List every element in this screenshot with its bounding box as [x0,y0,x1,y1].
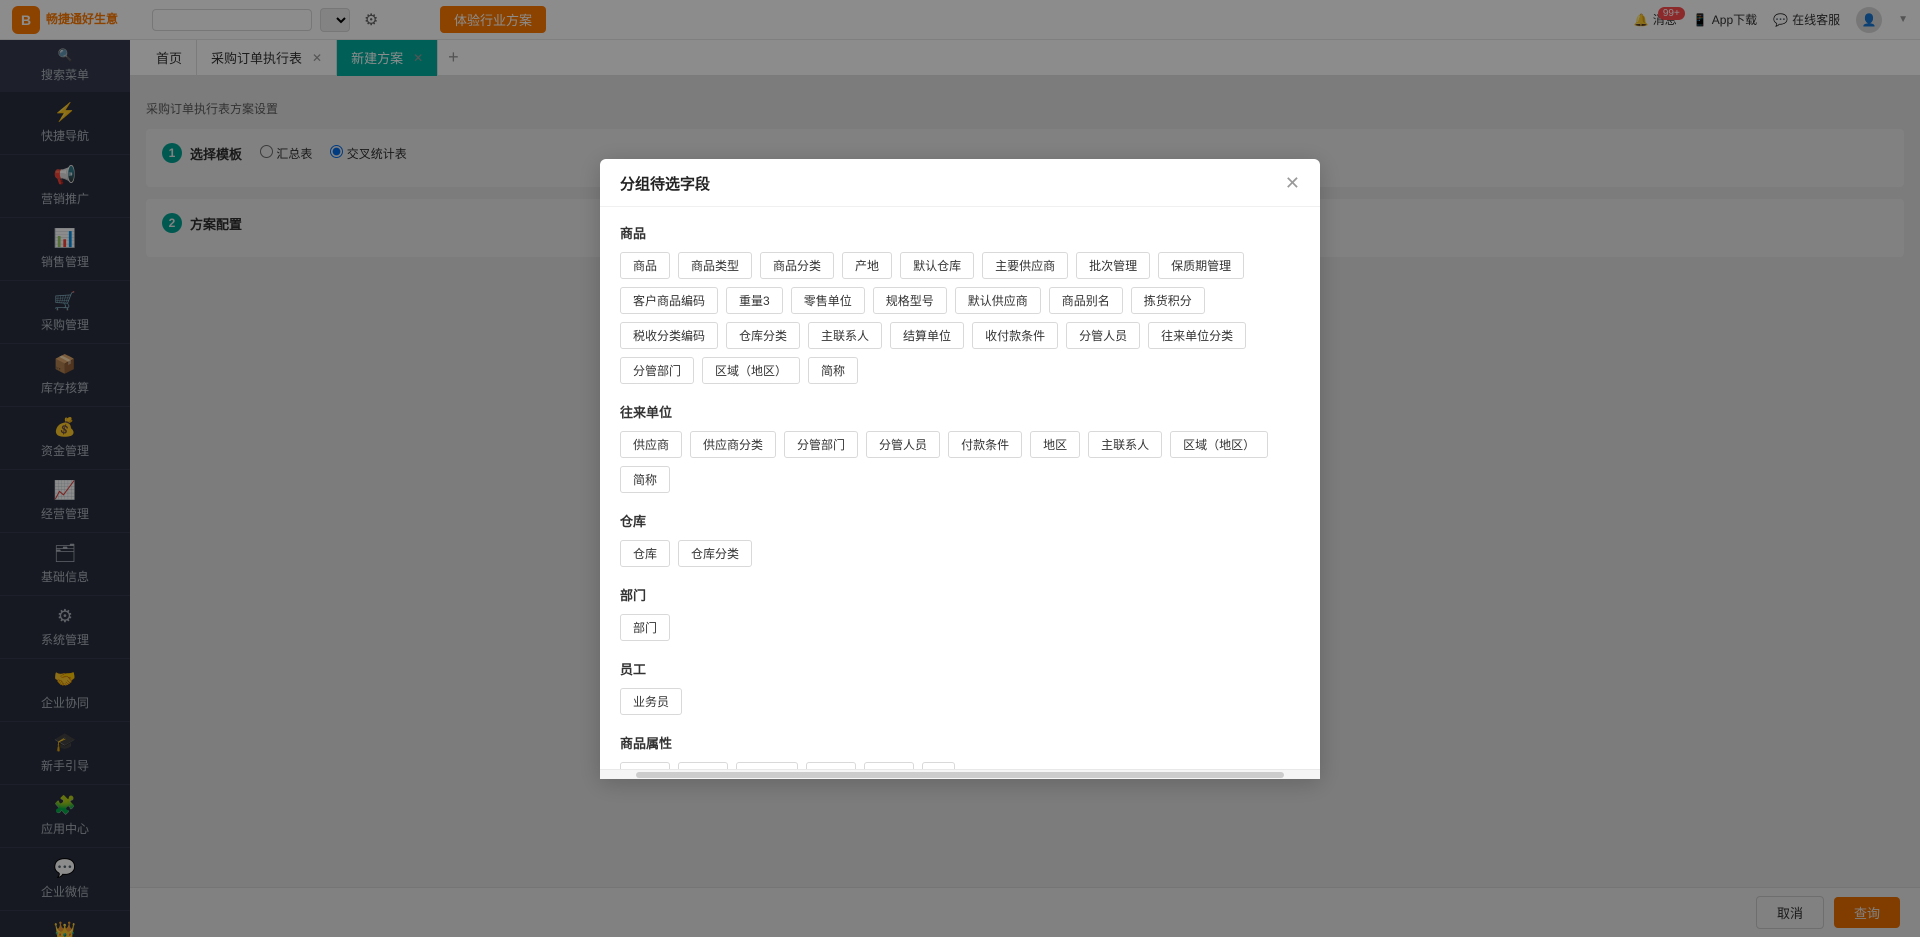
product-fields: 商品 商品类型 商品分类 产地 默认仓库 主要供应商 批次管理 保质期管理 客户… [620,252,1300,384]
modal-title: 分组待选字段 [620,173,710,194]
field-shoe-size[interactable]: 鞋码 [864,762,914,769]
field-product-alias[interactable]: 商品别名 [1049,287,1123,314]
field-region2[interactable]: 区域（地区） [1170,431,1268,458]
employee-fields: 业务员 [620,688,1300,715]
modal-close-icon[interactable]: ✕ [1285,173,1300,194]
field-color[interactable]: 颜色 [678,762,728,769]
field-warehouse[interactable]: 仓库 [620,540,670,567]
field-tax-code[interactable]: 税收分类编码 [620,322,718,349]
field-dept[interactable]: 部门 [620,614,670,641]
field-product-type[interactable]: 商品类型 [678,252,752,279]
section-warehouse: 仓库 仓库 仓库分类 [620,511,1300,567]
field-area[interactable]: 地区 [1030,431,1080,458]
field-origin[interactable]: 产地 [842,252,892,279]
field-main-supplier[interactable]: 主要供应商 [982,252,1068,279]
field-default-supplier[interactable]: 默认供应商 [955,287,1041,314]
modal-header: 分组待选字段 ✕ [600,159,1320,207]
section-dept-title: 部门 [620,585,1300,604]
section-dept: 部门 部门 [620,585,1300,641]
field-payment-condition[interactable]: 付款条件 [948,431,1022,458]
field-attr-1[interactable]: 1 [922,762,955,769]
field-main-contact[interactable]: 主联系人 [808,322,882,349]
field-warehouse-type[interactable]: 仓库分类 [678,540,752,567]
field-attr[interactable]: 属性 [620,762,670,769]
field-short-name[interactable]: 简称 [808,357,858,384]
field-default-warehouse[interactable]: 默认仓库 [900,252,974,279]
field-manager[interactable]: 分管人员 [1066,322,1140,349]
section-product-attr: 商品属性 属性 颜色 多规格 尺码 鞋码 1 [620,733,1300,769]
field-expiry-management[interactable]: 保质期管理 [1158,252,1244,279]
counterpart-fields: 供应商 供应商分类 分管部门 分管人员 付款条件 地区 主联系人 区域（地区） … [620,431,1300,493]
warehouse-fields: 仓库 仓库分类 [620,540,1300,567]
field-settlement-unit[interactable]: 结算单位 [890,322,964,349]
section-product: 商品 商品 商品类型 商品分类 产地 默认仓库 主要供应商 批次管理 保质期管理… [620,223,1300,384]
field-region[interactable]: 区域（地区） [702,357,800,384]
field-warehouse-category[interactable]: 仓库分类 [726,322,800,349]
field-main-contact2[interactable]: 主联系人 [1088,431,1162,458]
field-batch-management[interactable]: 批次管理 [1076,252,1150,279]
modal-horizontal-scrollbar[interactable] [600,769,1320,779]
section-product-title: 商品 [620,223,1300,242]
field-retail-unit[interactable]: 零售单位 [791,287,865,314]
field-supplier-category[interactable]: 供应商分类 [690,431,776,458]
section-counterpart-title: 往来单位 [620,402,1300,421]
section-warehouse-title: 仓库 [620,511,1300,530]
field-pick-points[interactable]: 拣货积分 [1131,287,1205,314]
hscroll-thumb [636,772,1284,778]
field-product-category[interactable]: 商品分类 [760,252,834,279]
section-counterpart: 往来单位 供应商 供应商分类 分管部门 分管人员 付款条件 地区 主联系人 区域… [620,402,1300,493]
field-manage-dept2[interactable]: 分管部门 [784,431,858,458]
field-selector-modal: 分组待选字段 ✕ 商品 商品 商品类型 商品分类 产地 默认仓库 主要供应商 批… [600,159,1320,779]
product-attr-fields: 属性 颜色 多规格 尺码 鞋码 1 [620,762,1300,769]
modal-body: 商品 商品 商品类型 商品分类 产地 默认仓库 主要供应商 批次管理 保质期管理… [600,207,1320,769]
section-employee: 员工 业务员 [620,659,1300,715]
modal-overlay: 分组待选字段 ✕ 商品 商品 商品类型 商品分类 产地 默认仓库 主要供应商 批… [0,0,1920,937]
field-counterpart-category[interactable]: 往来单位分类 [1148,322,1246,349]
field-salesperson[interactable]: 业务员 [620,688,682,715]
section-employee-title: 员工 [620,659,1300,678]
field-short-name2[interactable]: 简称 [620,466,670,493]
field-weight3[interactable]: 重量3 [726,287,783,314]
field-size[interactable]: 尺码 [806,762,856,769]
section-product-attr-title: 商品属性 [620,733,1300,752]
field-manage-dept[interactable]: 分管部门 [620,357,694,384]
field-supplier[interactable]: 供应商 [620,431,682,458]
field-manage-person[interactable]: 分管人员 [866,431,940,458]
field-payment-terms[interactable]: 收付款条件 [972,322,1058,349]
field-spec-model[interactable]: 规格型号 [873,287,947,314]
field-customer-code[interactable]: 客户商品编码 [620,287,718,314]
field-multi-spec[interactable]: 多规格 [736,762,798,769]
dept-fields: 部门 [620,614,1300,641]
field-product[interactable]: 商品 [620,252,670,279]
